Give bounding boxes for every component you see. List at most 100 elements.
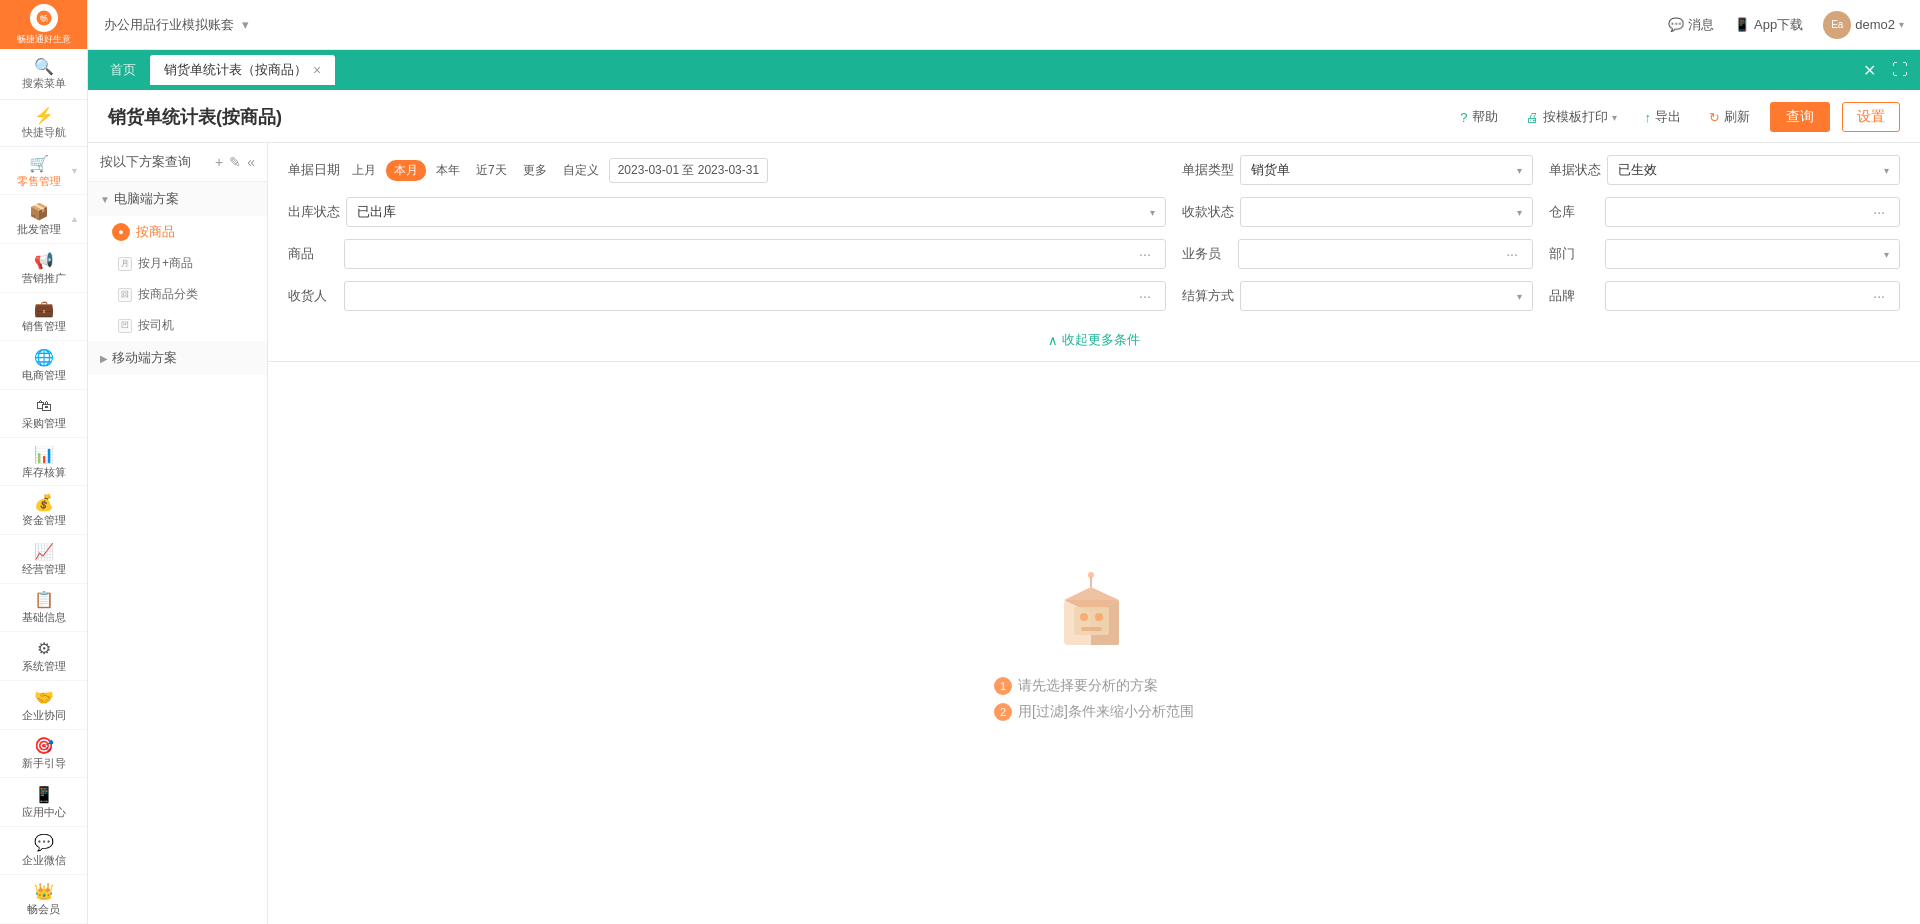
sidebar-item-system[interactable]: ⚙ 系统管理 xyxy=(0,632,87,681)
tab-bar: 首页 销货单统计表（按商品） × ✕ ⛶ xyxy=(88,50,1920,90)
sidebar-item-marketing[interactable]: 📢 营销推广 xyxy=(0,244,87,293)
print-btn[interactable]: 🖨 按模板打印 ▾ xyxy=(1518,104,1625,130)
sidebar-item-member[interactable]: 👑 畅会员 xyxy=(0,875,87,924)
out-status-select[interactable]: 已出库 ▾ xyxy=(346,197,1166,227)
avatar: Ea xyxy=(1823,11,1851,39)
filter-settlement: 结算方式 ▾ xyxy=(1182,281,1533,311)
goods-dots-icon[interactable]: ··· xyxy=(1135,246,1155,262)
shortcut-last-month[interactable]: 上月 xyxy=(346,160,382,181)
shortcut-this-year[interactable]: 本年 xyxy=(430,160,466,181)
sidebar-item-basics[interactable]: 📋 基础信息 xyxy=(0,584,87,633)
wholesale-icon: 📦 xyxy=(29,202,49,221)
workspace-dropdown[interactable]: ▾ xyxy=(242,17,249,32)
scheme-group-mobile-header[interactable]: ▶ 移动端方案 xyxy=(88,341,267,375)
scheme-item-by-goods-cat[interactable]: 回 按商品分类 xyxy=(88,279,267,310)
shortcut-custom[interactable]: 自定义 xyxy=(557,160,605,181)
brand-dots-icon[interactable]: ··· xyxy=(1869,288,1889,304)
collapse-btn[interactable]: ∧ 收起更多条件 xyxy=(288,323,1900,349)
sidebar-item-enterprise[interactable]: 🤝 企业协同 xyxy=(0,681,87,730)
message-btn[interactable]: 💬 消息 xyxy=(1668,16,1714,34)
filter-staff: 业务员 ··· xyxy=(1182,239,1533,269)
scheme-collapse-icon[interactable]: « xyxy=(247,154,255,170)
sidebar-item-inventory[interactable]: 📊 库存核算 xyxy=(0,438,87,487)
sidebar-search[interactable]: 🔍 搜索菜单 xyxy=(0,49,87,100)
warehouse-dots-icon[interactable]: ··· xyxy=(1869,204,1889,220)
shortcut-this-month[interactable]: 本月 xyxy=(386,160,426,181)
receiver-select[interactable]: ··· xyxy=(344,281,1166,311)
empty-tip-2: 2 用[过滤]条件来缩小分析范围 xyxy=(994,703,1194,721)
sidebar-item-finance[interactable]: 💰 资金管理 xyxy=(0,486,87,535)
doc-type-select[interactable]: 销货单 ▾ xyxy=(1240,155,1533,185)
download-icon: 📱 xyxy=(1734,17,1750,32)
receiver-dots-icon[interactable]: ··· xyxy=(1135,288,1155,304)
date-range-picker: 上月 本月 本年 近7天 更多 自定义 2023-03-01 至 2023-03… xyxy=(346,158,1166,183)
tab-maximize-btn[interactable]: ⛶ xyxy=(1888,59,1912,81)
tip2-text: 用[过滤]条件来缩小分析范围 xyxy=(1018,703,1194,721)
operations-label: 经营管理 xyxy=(22,563,66,576)
sidebar-item-guide[interactable]: 🎯 新手引导 xyxy=(0,730,87,779)
brand-select[interactable]: ··· xyxy=(1605,281,1900,311)
quick-nav[interactable]: ⚡ 快捷导航 xyxy=(0,100,87,147)
enterprise-icon: 🤝 xyxy=(34,688,54,707)
tab-home[interactable]: 首页 xyxy=(96,55,150,85)
collect-status-arrow-icon: ▾ xyxy=(1517,207,1522,218)
scheme-sub-month-icon: 月 xyxy=(118,257,132,271)
svg-point-6 xyxy=(1080,613,1088,621)
refresh-label: 刷新 xyxy=(1724,108,1750,126)
shortcut-more[interactable]: 更多 xyxy=(517,160,553,181)
export-label: 导出 xyxy=(1655,108,1681,126)
date-range-value[interactable]: 2023-03-01 至 2023-03-31 xyxy=(609,158,768,183)
scheme-item-by-goods[interactable]: ● 按商品 xyxy=(88,216,267,248)
sidebar-item-apps[interactable]: 📱 应用中心 xyxy=(0,778,87,827)
scheme-add-icon[interactable]: + xyxy=(215,154,223,170)
workspace-title: 办公用品行业模拟账套 xyxy=(104,16,234,34)
scheme-panel-actions: + ✎ « xyxy=(215,154,255,170)
scheme-item-by-cashier[interactable]: 凹 按司机 xyxy=(88,310,267,341)
top-header-left: 办公用品行业模拟账套 ▾ xyxy=(104,16,249,34)
page-header: 销货单统计表(按商品) ? 帮助 🖨 按模板打印 ▾ ↑ 导出 ↻ 刷新 xyxy=(88,90,1920,143)
scheme-sub-cashier-icon: 凹 xyxy=(118,319,132,333)
marketing-label: 营销推广 xyxy=(22,272,66,285)
user-profile[interactable]: Ea demo2 ▾ xyxy=(1823,11,1904,39)
date-inputs: 2023-03-01 至 2023-03-31 xyxy=(609,158,768,183)
refresh-btn[interactable]: ↻ 刷新 xyxy=(1701,104,1758,130)
tab-close-btn[interactable]: × xyxy=(313,63,321,77)
sidebar-item-retail[interactable]: 🛒 零售管理 ▼ xyxy=(0,147,87,196)
doc-status-select[interactable]: 已生效 ▾ xyxy=(1607,155,1900,185)
member-label: 畅会员 xyxy=(27,903,60,916)
dept-select[interactable]: ▾ xyxy=(1605,239,1900,269)
apps-icon: 📱 xyxy=(34,785,54,804)
scheme-group-desktop-header[interactable]: ▼ 电脑端方案 xyxy=(88,182,267,216)
sidebar-item-purchase[interactable]: 🛍 采购管理 xyxy=(0,390,87,438)
out-status-arrow-icon: ▾ xyxy=(1150,207,1155,218)
empty-tip-1: 1 请先选择要分析的方案 xyxy=(994,677,1194,695)
scheme-edit-icon[interactable]: ✎ xyxy=(229,154,241,170)
sidebar-item-ecommerce[interactable]: 🌐 电商管理 xyxy=(0,341,87,390)
collect-status-select[interactable]: ▾ xyxy=(1240,197,1533,227)
svg-point-10 xyxy=(1088,572,1094,578)
app-download-btn[interactable]: 📱 App下载 xyxy=(1734,16,1803,34)
staff-select[interactable]: ··· xyxy=(1238,239,1533,269)
doc-status-label: 单据状态 xyxy=(1549,161,1601,179)
date-shortcuts: 上月 本月 本年 近7天 更多 自定义 xyxy=(346,160,605,181)
sidebar-item-wechat[interactable]: 💬 企业微信 xyxy=(0,827,87,876)
settings-btn[interactable]: 设置 xyxy=(1842,102,1900,132)
shortcut-7days[interactable]: 近7天 xyxy=(470,160,513,181)
settlement-select[interactable]: ▾ xyxy=(1240,281,1533,311)
warehouse-select[interactable]: ··· xyxy=(1605,197,1900,227)
goods-select[interactable]: ··· xyxy=(344,239,1166,269)
filter-doc-status: 单据状态 已生效 ▾ xyxy=(1549,155,1900,185)
scheme-panel-title: 按以下方案查询 xyxy=(100,153,191,171)
svg-rect-8 xyxy=(1081,627,1102,631)
export-btn[interactable]: ↑ 导出 xyxy=(1637,104,1690,130)
help-btn[interactable]: ? 帮助 xyxy=(1452,104,1505,130)
query-btn[interactable]: 查询 xyxy=(1770,102,1830,132)
tab-close-window-btn[interactable]: ✕ xyxy=(1859,59,1880,82)
scheme-item-by-month-goods[interactable]: 月 按月+商品 xyxy=(88,248,267,279)
sidebar-item-wholesale[interactable]: 📦 批发管理 ▲ xyxy=(0,195,87,244)
tab-sales-stat[interactable]: 销货单统计表（按商品） × xyxy=(150,55,335,85)
sidebar-item-operations[interactable]: 📈 经营管理 xyxy=(0,535,87,584)
sidebar-item-sales[interactable]: 💼 销售管理 xyxy=(0,293,87,342)
apps-label: 应用中心 xyxy=(22,806,66,819)
staff-dots-icon[interactable]: ··· xyxy=(1502,246,1522,262)
